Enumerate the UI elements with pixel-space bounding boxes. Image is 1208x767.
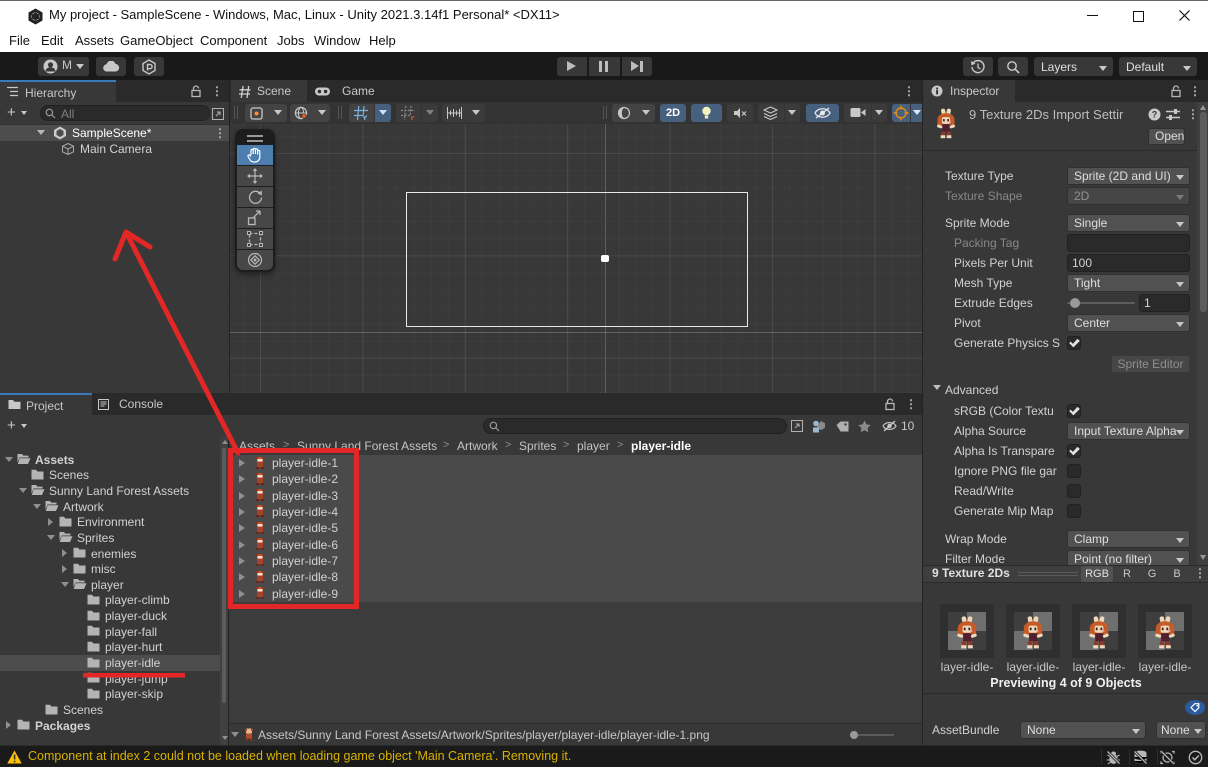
svg-text:?: ? bbox=[1152, 110, 1158, 120]
